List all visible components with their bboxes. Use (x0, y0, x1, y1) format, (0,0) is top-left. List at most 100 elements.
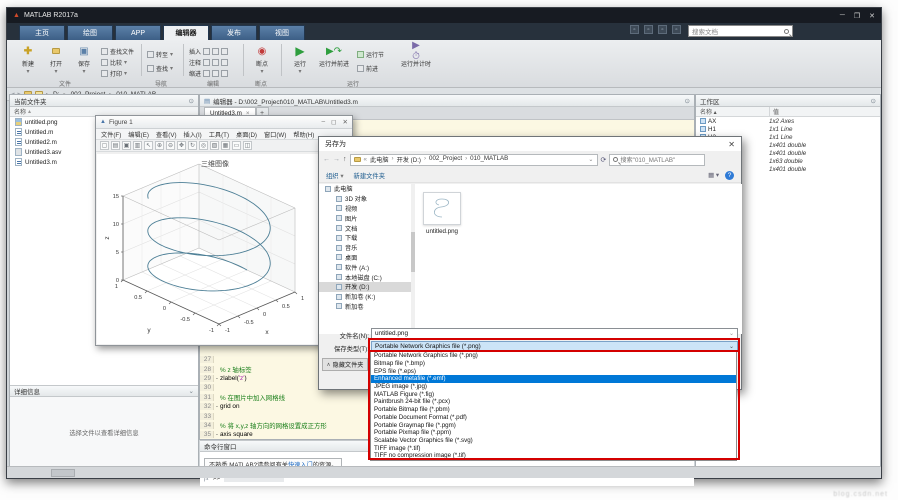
cursor-icon[interactable]: ↖ (144, 141, 153, 150)
open-icon[interactable]: ▤ (111, 141, 120, 150)
filetype-option[interactable]: MATLAB Figure (*.fig) (371, 390, 736, 398)
figure-menu-item[interactable]: 插入(I) (184, 130, 202, 139)
advance-button[interactable]: 前进 (357, 64, 378, 73)
hide-folders-button[interactable]: ∧ 隐藏文件夹 (322, 358, 368, 371)
datatip-icon[interactable]: ◎ (199, 141, 208, 150)
dialog-forward-icon[interactable]: → (333, 156, 340, 163)
workspace-name-header[interactable]: 名称 ▴ (700, 107, 769, 116)
dialog-back-icon[interactable]: ← (323, 156, 330, 163)
dialog-sidebar-item[interactable]: 新加卷 (K:) (319, 292, 411, 302)
organize-button[interactable]: 组织 ▾ (326, 171, 344, 180)
figure-close-icon[interactable]: ✕ (343, 118, 348, 126)
comment-button[interactable]: 注释 (189, 58, 229, 67)
dialog-breadcrumb-segment[interactable]: 开发 (D:) (397, 155, 421, 164)
command-window-title[interactable]: 命令行窗口 (204, 441, 237, 451)
details-title[interactable]: 详细信息 (14, 386, 40, 396)
file-thumbnail-label[interactable]: untitled.png (415, 228, 469, 235)
help-icon[interactable]: ▫ (672, 25, 681, 34)
share-icon[interactable]: ▫ (658, 25, 667, 34)
dialog-file-area[interactable]: untitled.png (415, 184, 742, 334)
dialog-search-input[interactable]: 搜索"010_MATLAB" (609, 153, 706, 166)
panel-menu-icon[interactable]: ⊙ (189, 97, 194, 105)
ribbon-tab-5[interactable]: 发布 (211, 25, 257, 40)
new-doc-icon[interactable]: ▢ (100, 141, 109, 150)
ribbon-tab-3[interactable]: APP (115, 25, 161, 40)
maximize-icon[interactable]: ❐ (854, 12, 860, 20)
run-advance-button[interactable]: ▶↷ 运行并前进 (317, 44, 351, 69)
filetype-option[interactable]: Bitmap file (*.bmp) (371, 360, 736, 368)
folder-icon[interactable]: ▫ (644, 25, 653, 34)
rotate-icon[interactable]: ↻ (188, 141, 197, 150)
dialog-sidebar-item[interactable]: 此电脑 (319, 184, 411, 194)
dialog-sidebar-item[interactable]: 视频 (319, 204, 411, 214)
indent-button[interactable]: 缩进 (189, 69, 229, 78)
dialog-sidebar-item[interactable]: 软件 (A:) (319, 262, 411, 272)
compare-button[interactable]: 比较 ▾ (101, 58, 127, 67)
filetype-option[interactable]: Portable Bitmap file (*.pbm) (371, 406, 736, 414)
insert-button[interactable]: 插入 (189, 47, 229, 56)
figure-menu-item[interactable]: 窗口(W) (264, 130, 286, 139)
address-dropdown-icon[interactable]: ⌄ (588, 156, 593, 163)
workspace-row[interactable]: H1 1x1 Line (696, 125, 880, 133)
legend-icon[interactable]: ▭ (232, 141, 241, 150)
close-icon[interactable]: ✕ (869, 12, 875, 20)
new-folder-button[interactable]: 新建文件夹 (354, 171, 385, 180)
dialog-close-icon[interactable]: ✕ (728, 140, 735, 149)
ribbon-tab-1[interactable]: 主页 (19, 25, 65, 40)
dock-icon[interactable]: ◫ (243, 141, 252, 150)
view-mode-icon[interactable]: ▦ ▾ (708, 172, 719, 179)
figure-restore-icon[interactable]: ◻ (331, 118, 336, 126)
figure-minimize-icon[interactable]: – (322, 118, 326, 126)
figure-menu-item[interactable]: 帮助(H) (293, 130, 314, 139)
filetype-option[interactable]: TIFF no compression image (*.tif) (371, 452, 736, 460)
dialog-breadcrumb-segment[interactable]: 010_MATLAB (470, 155, 508, 164)
dialog-sidebar-item[interactable]: 桌面 (319, 253, 411, 263)
filetype-option[interactable]: Enhanced metafile (*.emf) (371, 375, 736, 383)
filetype-option[interactable]: Portable Graymap file (*.pgm) (371, 421, 736, 429)
dialog-breadcrumb-segment[interactable]: 002_Project (429, 155, 462, 164)
dialog-sidebar-item[interactable]: 下载 (319, 233, 411, 243)
ribbon-tab-2[interactable]: 绘图 (67, 25, 113, 40)
filetype-option[interactable]: Portable Document Format (*.pdf) (371, 414, 736, 422)
dialog-sidebar-item[interactable]: 图片 (319, 213, 411, 223)
file-thumbnail[interactable] (423, 192, 461, 225)
minimized-panel-tab[interactable] (51, 469, 75, 477)
dialog-address-bar[interactable]: «此电脑 › 开发 (D:) › 002_Project › 010_MATLAB ⌄ (349, 153, 598, 166)
print-icon[interactable]: ▥ (133, 141, 142, 150)
editor-panel-menu-icon[interactable]: ⊙ (685, 97, 690, 105)
workspace-row[interactable]: AX 1x2 Axes (696, 117, 880, 125)
figure-canvas[interactable]: 0 5 10 15 -1 -0.5 0 0.5 1 -1 -0.5 0 0.5 1 三维图像 x y z (97, 154, 351, 344)
goto-button[interactable]: 转至 ▾ (147, 50, 173, 59)
colorbar-icon[interactable]: ▦ (221, 141, 230, 150)
dialog-sidebar-item[interactable]: 3D 对象 (319, 194, 411, 204)
figure-menu-item[interactable]: 编辑(E) (128, 130, 149, 139)
run-time-button[interactable]: ▶⏱ 运行并计时 (399, 40, 433, 68)
dialog-help-icon[interactable]: ? (725, 170, 734, 180)
filetype-option[interactable]: Portable Network Graphics file (*.png) (371, 352, 736, 360)
name-column-header[interactable]: 名称 (14, 107, 26, 116)
dialog-sidebar-item[interactable]: 新加卷 (319, 302, 411, 312)
save-icon[interactable]: ▣ (122, 141, 131, 150)
ribbon-tab-4[interactable]: 编辑器 (163, 25, 209, 40)
dialog-sidebar-item[interactable]: 本地磁盘 (C:) (319, 272, 411, 282)
zoom-out-icon[interactable]: ⊖ (166, 141, 175, 150)
dialog-sidebar-item[interactable]: 开发 (D:) (319, 281, 411, 292)
filename-dropdown-icon[interactable]: ⌄ (729, 330, 734, 337)
breakpoints-button[interactable]: ◉ 断点 ▾ (249, 44, 275, 76)
pan-icon[interactable]: ✥ (177, 141, 186, 150)
user-icon[interactable]: ▫ (630, 25, 639, 34)
run-button[interactable]: ▶ 运行 ▾ (287, 44, 313, 75)
run-section-button[interactable]: 运行节 (357, 50, 384, 59)
brush-icon[interactable]: ▧ (210, 141, 219, 150)
figure-menu-item[interactable]: 查看(V) (156, 130, 177, 139)
open-button[interactable]: 打开 ▾ (43, 44, 69, 75)
find-files-button[interactable]: 查找文件 (101, 47, 134, 56)
save-button[interactable]: ▣ 保存 ▾ (71, 44, 97, 76)
find-button[interactable]: 查找 ▾ (147, 64, 173, 73)
figure-menu-item[interactable]: 桌面(D) (236, 130, 257, 139)
zoom-in-icon[interactable]: ⊕ (155, 141, 164, 150)
refresh-icon[interactable]: ⟳ (601, 156, 607, 164)
ribbon-tab-6[interactable]: 视图 (259, 25, 305, 40)
filetype-option[interactable]: TIFF image (*.tif) (371, 444, 736, 452)
dialog-up-icon[interactable]: ↑ (343, 156, 347, 163)
